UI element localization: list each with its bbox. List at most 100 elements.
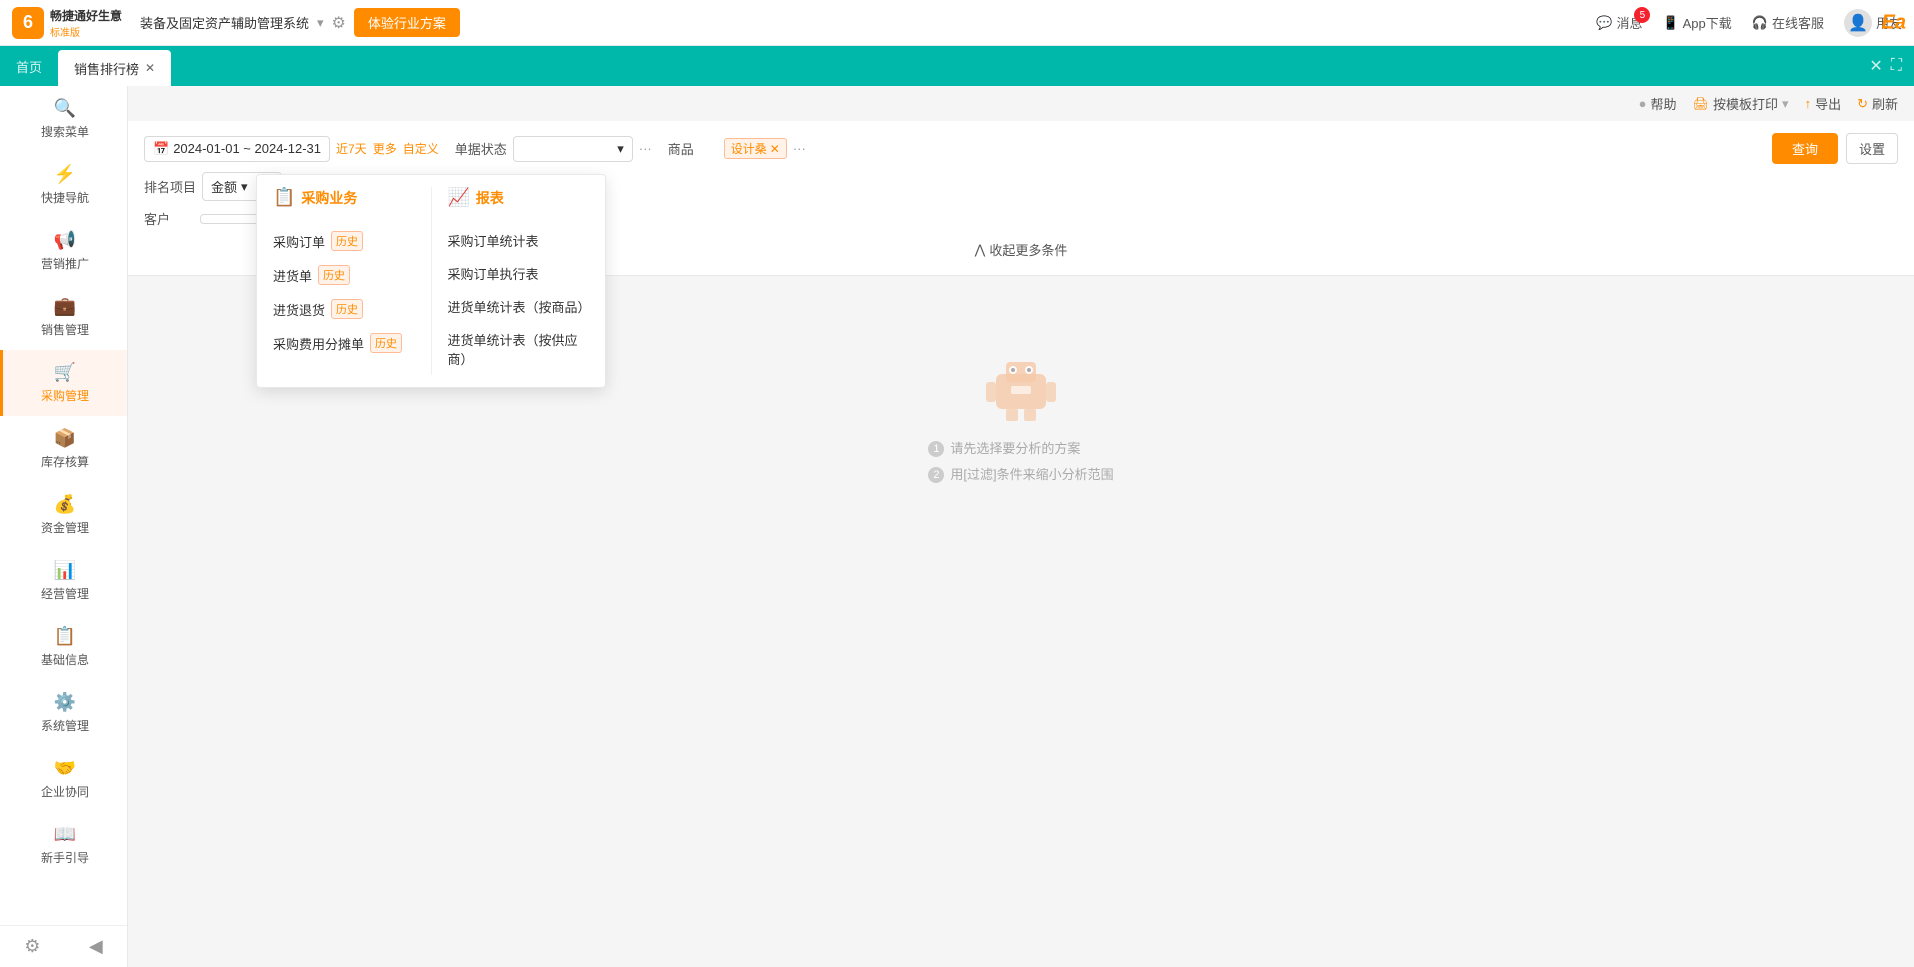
goods-more-icon[interactable]: ··· [793, 141, 806, 156]
menu-item-purchase-fee[interactable]: 采购费用分摊单 历史 [273, 326, 415, 360]
print-icon: 🖨 [1693, 96, 1710, 112]
header-right: 💬 消息 5 📱 App下载 🎧 在线客服 👤 用友 Ea [1596, 9, 1902, 37]
print-dropdown-icon[interactable]: ▾ [1782, 96, 1789, 112]
purchase-col-icon: 📋 [273, 187, 295, 208]
search-icon: 🔍 [54, 98, 76, 119]
message-btn[interactable]: 💬 消息 5 [1596, 13, 1642, 32]
sidebar-item-sales[interactable]: 💼 销售管理 [0, 284, 127, 350]
sidebar-item-operations[interactable]: 📊 经营管理 [0, 548, 127, 614]
empty-hints: 1 请先选择要分析的方案 2 用[过滤]条件来缩小分析范围 [928, 436, 1113, 488]
message-icon: 💬 [1596, 15, 1612, 31]
collapse-button[interactable]: ⋀ 收起更多条件 [975, 240, 1068, 259]
sidebar-bottom: ⚙ ◀ [0, 925, 127, 967]
menu-item-inbound-stats-supplier[interactable]: 进货单统计表（按供应商） [448, 323, 590, 375]
query-button[interactable]: 查询 [1772, 133, 1838, 164]
date-shortcut-custom[interactable]: 自定义 [403, 140, 439, 157]
sidebar-item-inventory[interactable]: 📦 库存核算 [0, 416, 127, 482]
cart-icon: 🛒 [54, 362, 76, 383]
tab-home[interactable]: 首页 [0, 46, 58, 86]
tab-sales-rank[interactable]: 销售排行榜 ✕ [58, 50, 171, 86]
tab-close-btn[interactable]: ✕ [1869, 56, 1882, 76]
sidebar-item-finance[interactable]: 💰 资金管理 [0, 482, 127, 548]
voucher-status-filter: 单据状态 ▾ ··· [455, 136, 652, 162]
book-icon: 📖 [54, 824, 76, 845]
settings-small-button[interactable]: 设置 [1846, 133, 1898, 164]
empty-hint-2: 2 用[过滤]条件来缩小分析范围 [928, 462, 1113, 488]
sidebar-item-purchase[interactable]: 🛒 采购管理 [0, 350, 127, 416]
logo-icon: 6 [12, 7, 44, 39]
menu-item-inbound-stats-goods[interactable]: 进货单统计表（按商品） [448, 290, 590, 323]
logo-area: 6 畅捷通好生意 标准版 [12, 7, 140, 39]
history-tag: 历史 [331, 231, 363, 251]
tab-close-icon[interactable]: ✕ [145, 61, 155, 75]
sidebar-collapse-icon[interactable]: ◀ [89, 936, 103, 957]
date-range-picker[interactable]: 📅 2024-01-01 ~ 2024-12-31 [144, 136, 330, 162]
main-layout: 🔍 搜索菜单 ⚡ 快捷导航 📢 营销推广 💼 销售管理 🛒 采购管理 📦 库存核… [0, 86, 1914, 967]
purchase-dropdown-menu: 📋 采购业务 采购订单 历史 进货单 历史 进货退货 [256, 174, 606, 388]
notification-badge: 5 [1634, 7, 1650, 23]
dropdown-columns: 📋 采购业务 采购订单 历史 进货单 历史 进货退货 [257, 187, 605, 375]
menu-item-inbound[interactable]: 进货单 历史 [273, 258, 415, 292]
sidebar-item-guide[interactable]: 📖 新手引导 [0, 812, 127, 878]
avatar: 👤 [1844, 9, 1872, 37]
money-icon: 💰 [54, 494, 76, 515]
sidebar-item-system[interactable]: ⚙️ 系统管理 [0, 680, 127, 746]
industry-btn[interactable]: 体验行业方案 [354, 8, 460, 37]
brand-watermark: Ea [1882, 11, 1906, 34]
chevron-down-icon: ▾ [617, 141, 624, 157]
help-icon: ● [1639, 96, 1647, 111]
action-buttons: 查询 设置 [1772, 133, 1898, 164]
history-tag: 历史 [331, 299, 363, 319]
app-download-btn[interactable]: 📱 App下载 [1662, 13, 1731, 32]
menu-item-purchase-order[interactable]: 采购订单 历史 [273, 224, 415, 258]
help-btn[interactable]: ● 帮助 [1639, 94, 1677, 113]
menu-item-purchase-order-exec[interactable]: 采购订单执行表 [448, 257, 590, 290]
toolbar-row: ● 帮助 🖨 按模板打印 ▾ ↑ 导出 ↻ 刷新 [128, 86, 1914, 121]
report-col-icon: 📈 [448, 187, 470, 208]
top-header: 6 畅捷通好生意 标准版 装备及固定资产辅助管理系统 ▾ ⚙ 体验行业方案 💬 … [0, 0, 1914, 46]
rank-chevron-icon: ▾ [241, 179, 248, 195]
voucher-status-select[interactable]: ▾ [513, 136, 633, 162]
calendar-icon: 📅 [153, 141, 169, 157]
support-btn[interactable]: 🎧 在线客服 [1752, 13, 1824, 32]
date-filter: 📅 2024-01-01 ~ 2024-12-31 近7天 更多 自定义 [144, 136, 439, 162]
system-title-area: 装备及固定资产辅助管理系统 ▾ ⚙ 体验行业方案 [140, 8, 1596, 37]
tab-expand-btn[interactable]: ⛶ [1891, 57, 1902, 75]
purchase-col-header: 📋 采购业务 [273, 187, 415, 214]
voucher-status-more-icon[interactable]: ··· [639, 141, 652, 156]
goods-tag-close-icon[interactable]: ✕ [770, 142, 780, 156]
export-icon: ↑ [1805, 96, 1812, 111]
megaphone-icon: 📢 [54, 230, 76, 251]
system-title: 装备及固定资产辅助管理系统 [140, 13, 309, 32]
sidebar-item-search[interactable]: 🔍 搜索菜单 [0, 86, 127, 152]
chart-icon: 📊 [54, 560, 76, 581]
export-btn[interactable]: ↑ 导出 [1805, 94, 1842, 113]
sidebar-item-basicinfo[interactable]: 📋 基础信息 [0, 614, 127, 680]
sidebar-item-marketing[interactable]: 📢 营销推广 [0, 218, 127, 284]
handshake-icon: 🤝 [54, 758, 76, 779]
refresh-btn[interactable]: ↻ 刷新 [1857, 94, 1898, 113]
menu-item-purchase-order-stats[interactable]: 采购订单统计表 [448, 224, 590, 257]
sidebar: 🔍 搜索菜单 ⚡ 快捷导航 📢 营销推广 💼 销售管理 🛒 采购管理 📦 库存核… [0, 86, 128, 967]
sidebar-item-quicknav[interactable]: ⚡ 快捷导航 [0, 152, 127, 218]
lightning-icon: ⚡ [54, 164, 76, 185]
history-tag: 历史 [370, 333, 402, 353]
sidebar-item-collaboration[interactable]: 🤝 企业协同 [0, 746, 127, 812]
briefcase-icon: 💼 [54, 296, 76, 317]
phone-icon: 📱 [1662, 15, 1678, 31]
history-tag: 历史 [318, 265, 350, 285]
print-btn[interactable]: 🖨 按模板打印 ▾ [1693, 94, 1789, 113]
menu-item-return-goods[interactable]: 进货退货 历史 [273, 292, 415, 326]
sidebar-settings-icon[interactable]: ⚙ [24, 936, 40, 957]
date-shortcut-more[interactable]: 更多 [373, 140, 397, 157]
goods-filter: 商品 设计桑 ✕ ··· [668, 138, 806, 159]
refresh-icon: ↻ [1857, 96, 1868, 112]
date-shortcut-7days[interactable]: 近7天 [336, 140, 367, 157]
gear-icon: ⚙️ [54, 692, 76, 713]
box-icon: 📦 [54, 428, 76, 449]
tab-controls: ✕ ⛶ [1869, 56, 1914, 76]
content-area: ● 帮助 🖨 按模板打印 ▾ ↑ 导出 ↻ 刷新 [128, 86, 1914, 967]
dropdown-arrow-icon[interactable]: ▾ [317, 15, 324, 31]
chevron-up-icon: ⋀ [975, 242, 986, 258]
settings-icon[interactable]: ⚙ [332, 13, 346, 33]
